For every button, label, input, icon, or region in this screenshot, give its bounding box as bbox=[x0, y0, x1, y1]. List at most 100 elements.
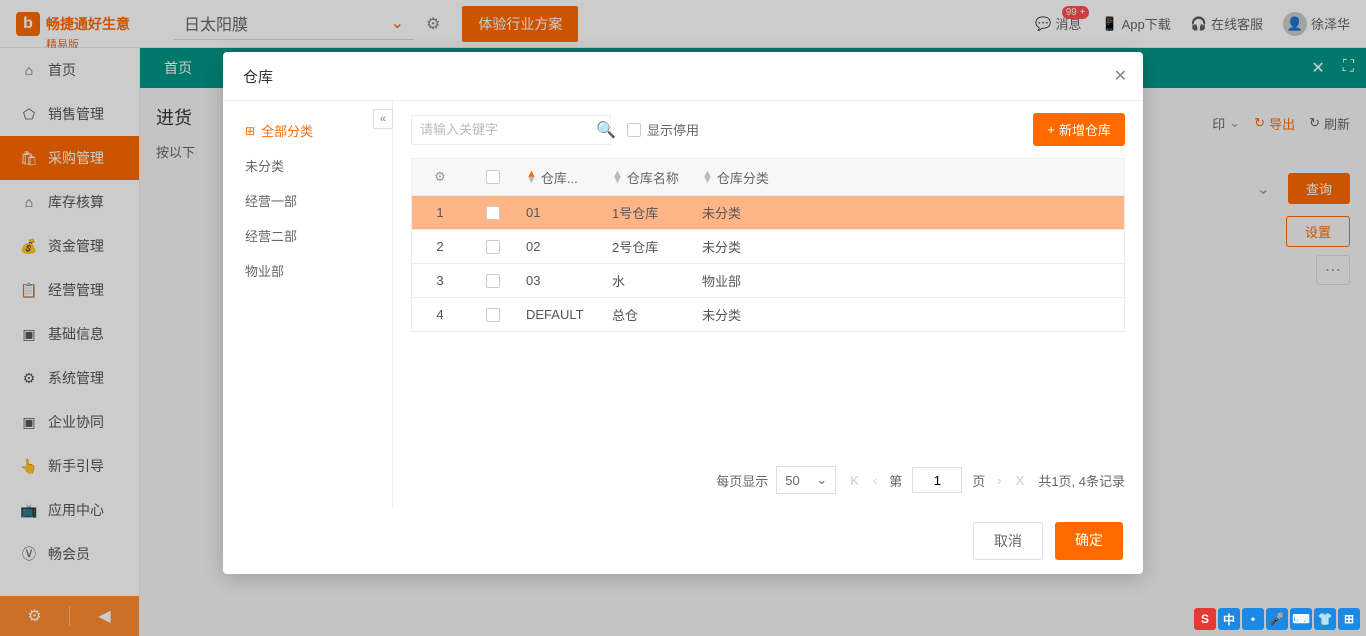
table-header: ⚙ ▲▼ 仓库... ▲▼ 仓库名称 ▲▼ 仓库分类 bbox=[412, 159, 1124, 195]
category-label: 经营二部 bbox=[245, 229, 297, 244]
category-label: 经营一部 bbox=[245, 194, 297, 209]
cell-code: 02 bbox=[518, 239, 604, 254]
sort-icon: ▲▼ bbox=[612, 171, 623, 183]
checkbox-icon bbox=[486, 274, 500, 288]
checkbox-icon bbox=[486, 170, 500, 184]
cell-category: 未分类 bbox=[694, 305, 1124, 324]
sort-icon: ▲▼ bbox=[702, 171, 713, 183]
page-prefix: 第 bbox=[889, 471, 902, 490]
warehouse-modal: 仓库 ✕ 全部分类 未分类 经营一部 经营二部 物业部 « 🔍 bbox=[223, 52, 1143, 574]
header-label: 仓库... bbox=[541, 168, 578, 187]
cell-checkbox[interactable] bbox=[468, 206, 518, 220]
ime-toolbar: S 中 • 🎤 ⌨ 👕 ⊞ bbox=[1194, 608, 1360, 630]
table-body: 1 01 1号仓库 未分类 2 02 2号仓库 未分类 bbox=[412, 195, 1124, 331]
cell-code: 03 bbox=[518, 273, 604, 288]
cell-name: 1号仓库 bbox=[604, 203, 694, 222]
category-all[interactable]: 全部分类 bbox=[223, 113, 392, 148]
search-input[interactable] bbox=[420, 122, 596, 137]
page-nav: K ‹ 第 页 › X bbox=[848, 467, 1026, 493]
cell-name: 2号仓库 bbox=[604, 237, 694, 256]
header-label: 仓库名称 bbox=[627, 168, 679, 187]
next-page-button[interactable]: › bbox=[995, 471, 1003, 490]
table-panel: 🔍 显示停用 + 新增仓库 ⚙ ▲▼ 仓库... bbox=[393, 101, 1143, 508]
warehouse-table: ⚙ ▲▼ 仓库... ▲▼ 仓库名称 ▲▼ 仓库分类 1 01 1号仓库 未分类 bbox=[411, 158, 1125, 332]
search-icon[interactable]: 🔍 bbox=[596, 120, 616, 140]
plus-icon: + bbox=[1047, 122, 1055, 137]
pagination: 每页显示 50 ⌄ K ‹ 第 页 › X bbox=[411, 452, 1125, 508]
cell-code: DEFAULT bbox=[518, 307, 604, 322]
first-page-button[interactable]: K bbox=[848, 471, 861, 490]
page-suffix: 页 bbox=[972, 471, 985, 490]
page-summary: 共1页, 4条记录 bbox=[1038, 471, 1125, 490]
ime-skin-icon[interactable]: 👕 bbox=[1314, 608, 1336, 630]
prev-page-button[interactable]: ‹ bbox=[871, 471, 879, 490]
checkbox-icon bbox=[486, 240, 500, 254]
checkbox-icon bbox=[486, 206, 500, 220]
cell-code: 01 bbox=[518, 205, 604, 220]
category-label: 未分类 bbox=[245, 159, 284, 174]
category-panel: 全部分类 未分类 经营一部 经营二部 物业部 « bbox=[223, 101, 393, 508]
page-size-value: 50 bbox=[785, 473, 799, 488]
last-page-button[interactable]: X bbox=[1014, 471, 1027, 490]
category-item[interactable]: 物业部 bbox=[223, 253, 392, 288]
ime-logo-icon[interactable]: S bbox=[1194, 608, 1216, 630]
modal-body: 全部分类 未分类 经营一部 经营二部 物业部 « 🔍 显示停用 bbox=[223, 100, 1143, 508]
checkbox-icon bbox=[627, 123, 641, 137]
header-settings[interactable]: ⚙ bbox=[412, 169, 468, 185]
cell-index: 1 bbox=[412, 205, 468, 220]
add-warehouse-button[interactable]: + 新增仓库 bbox=[1033, 113, 1125, 146]
cell-name: 总仓 bbox=[604, 305, 694, 324]
gear-icon: ⚙ bbox=[434, 169, 446, 185]
cell-index: 2 bbox=[412, 239, 468, 254]
cell-name: 水 bbox=[604, 271, 694, 290]
category-item[interactable]: 经营二部 bbox=[223, 218, 392, 253]
table-row[interactable]: 4 DEFAULT 总仓 未分类 bbox=[412, 297, 1124, 331]
cell-checkbox[interactable] bbox=[468, 308, 518, 322]
category-label: 物业部 bbox=[245, 264, 284, 279]
header-label: 仓库分类 bbox=[717, 168, 769, 187]
ime-tool-icon[interactable]: ⊞ bbox=[1338, 608, 1360, 630]
spacer bbox=[411, 332, 1125, 452]
cell-category: 物业部 bbox=[694, 271, 1124, 290]
confirm-button[interactable]: 确定 bbox=[1055, 522, 1123, 560]
modal-header: 仓库 ✕ bbox=[223, 52, 1143, 100]
checkbox-label: 显示停用 bbox=[647, 120, 699, 139]
ime-mic-icon[interactable]: 🎤 bbox=[1266, 608, 1288, 630]
checkbox-icon bbox=[486, 308, 500, 322]
sort-icon: ▲▼ bbox=[526, 171, 537, 183]
modal-footer: 取消 确定 bbox=[223, 508, 1143, 574]
cell-checkbox[interactable] bbox=[468, 274, 518, 288]
page-size: 每页显示 50 ⌄ bbox=[716, 466, 836, 494]
cell-category: 未分类 bbox=[694, 237, 1124, 256]
ime-keyboard-icon[interactable]: ⌨ bbox=[1290, 608, 1312, 630]
show-disabled-checkbox[interactable]: 显示停用 bbox=[627, 120, 699, 139]
ime-punct-icon[interactable]: • bbox=[1242, 608, 1264, 630]
cell-index: 4 bbox=[412, 307, 468, 322]
cell-index: 3 bbox=[412, 273, 468, 288]
cell-checkbox[interactable] bbox=[468, 240, 518, 254]
modal-toolbar: 🔍 显示停用 + 新增仓库 bbox=[411, 113, 1125, 146]
category-item[interactable]: 经营一部 bbox=[223, 183, 392, 218]
header-category[interactable]: ▲▼ 仓库分类 bbox=[694, 168, 1124, 187]
table-row[interactable]: 1 01 1号仓库 未分类 bbox=[412, 195, 1124, 229]
ime-lang-icon[interactable]: 中 bbox=[1218, 608, 1240, 630]
category-item[interactable]: 未分类 bbox=[223, 148, 392, 183]
add-label: 新增仓库 bbox=[1059, 120, 1111, 139]
table-row[interactable]: 2 02 2号仓库 未分类 bbox=[412, 229, 1124, 263]
modal-title: 仓库 bbox=[243, 66, 273, 87]
collapse-panel-button[interactable]: « bbox=[373, 109, 393, 129]
header-code[interactable]: ▲▼ 仓库... bbox=[518, 168, 604, 187]
header-name[interactable]: ▲▼ 仓库名称 bbox=[604, 168, 694, 187]
search-box: 🔍 bbox=[411, 115, 611, 145]
modal-overlay: 仓库 ✕ 全部分类 未分类 经营一部 经营二部 物业部 « 🔍 bbox=[0, 0, 1366, 636]
cell-category: 未分类 bbox=[694, 203, 1124, 222]
chevron-down-icon: ⌄ bbox=[816, 472, 827, 488]
page-size-label: 每页显示 bbox=[716, 471, 768, 490]
cancel-button[interactable]: 取消 bbox=[973, 522, 1043, 560]
page-input[interactable] bbox=[912, 467, 962, 493]
modal-close-button[interactable]: ✕ bbox=[1114, 66, 1127, 86]
table-row[interactable]: 3 03 水 物业部 bbox=[412, 263, 1124, 297]
page-size-select[interactable]: 50 ⌄ bbox=[776, 466, 836, 494]
header-checkbox[interactable] bbox=[468, 170, 518, 184]
category-label: 全部分类 bbox=[261, 121, 313, 140]
